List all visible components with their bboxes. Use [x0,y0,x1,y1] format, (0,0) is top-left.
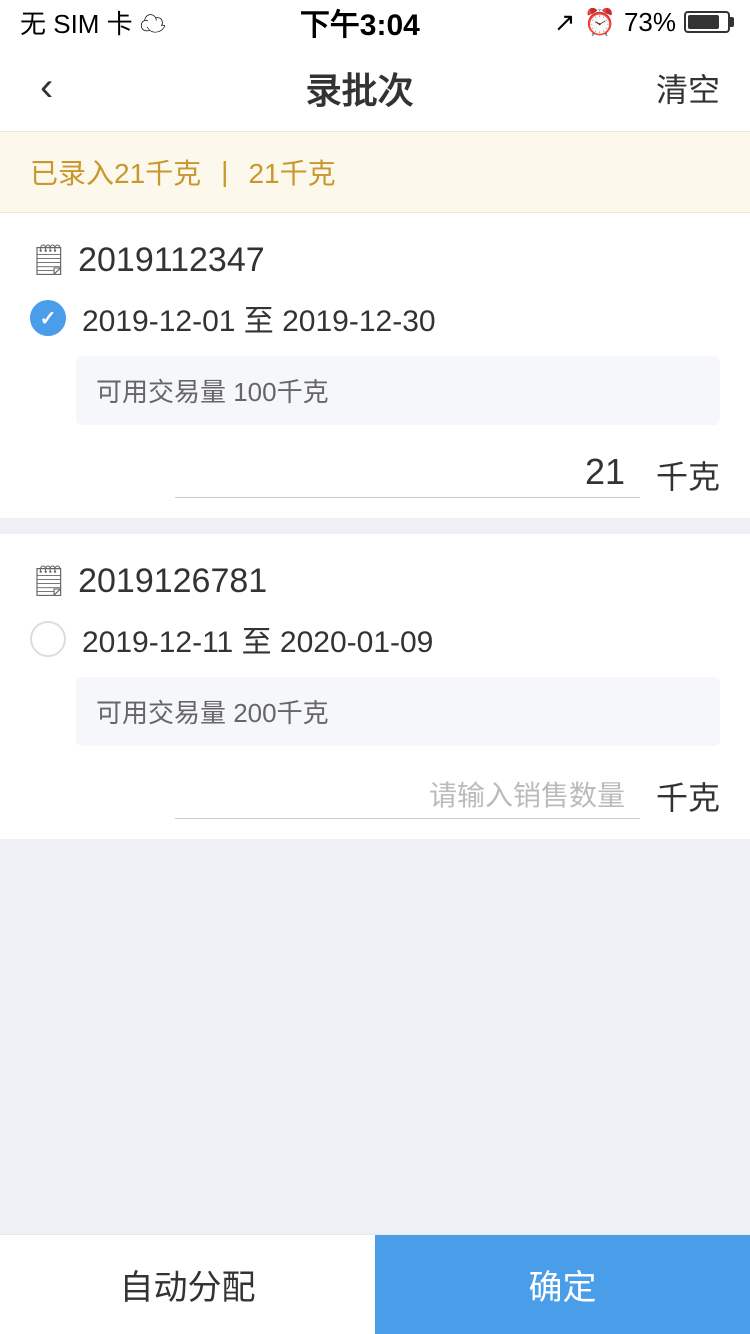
quantity-row-2: 千克 [0,762,750,839]
batch-header-1: 🗒 2019112347 [0,213,750,288]
bottom-bar: 自动分配 确定 [0,1234,750,1334]
batch-separator-1 [0,518,750,534]
batch-date-row-2[interactable]: 2019-12-11 至 2020-01-09 [0,609,750,669]
auto-distribute-button[interactable]: 自动分配 [0,1235,375,1334]
summary-banner: 已录入21千克 | 21千克 [0,132,750,213]
confirm-button[interactable]: 确定 [375,1235,750,1334]
quantity-unit-1: 千克 [656,452,720,498]
status-right: ↗ ⏰ 73% [554,7,730,38]
summary-divider: | [221,156,228,188]
status-left: 无 SIM 卡 ☁ [20,4,166,41]
batch-card-2: 🗒 2019126781 2019-12-11 至 2020-01-09 可用交… [0,534,750,839]
batch-card-1: 🗒 2019112347 2019-12-01 至 2019-12-30 可用交… [0,213,750,518]
doc-icon-2: 🗒 [30,564,68,599]
alarm-icon: ⏰ [584,7,616,38]
status-time: 下午3:04 [300,0,420,44]
quantity-unit-2: 千克 [656,773,720,819]
clear-button[interactable]: 清空 [656,65,720,111]
doc-icon-1: 🗒 [30,243,68,278]
back-button[interactable]: ‹ [30,55,63,120]
quantity-underline-1[interactable] [175,451,640,498]
summary-amount: 21千克 [248,152,335,192]
location-icon: ↗ [554,7,576,38]
nav-bar: ‹ 录批次 清空 [0,44,750,132]
radio-2[interactable] [30,621,66,657]
batch-availability-1: 可用交易量 100千克 [76,356,720,425]
quantity-input-1[interactable] [175,451,640,493]
batch-date-2: 2019-12-11 至 2020-01-09 [82,617,433,661]
battery-icon [684,11,730,33]
quantity-row-1: 千克 [0,441,750,518]
batch-id-1: 2019112347 [78,241,265,280]
recorded-label: 已录入21千克 [30,152,201,192]
batch-header-2: 🗒 2019126781 [0,534,750,609]
page-title: 录批次 [306,62,414,114]
batch-date-row-1[interactable]: 2019-12-01 至 2019-12-30 [0,288,750,348]
status-bar: 无 SIM 卡 ☁ 下午3:04 ↗ ⏰ 73% [0,0,750,44]
batch-availability-2: 可用交易量 200千克 [76,677,720,746]
battery-percent: 73% [624,7,676,38]
batch-id-2: 2019126781 [78,562,267,601]
sim-label: 无 SIM 卡 ☁ [20,4,166,41]
quantity-input-2[interactable] [175,772,640,814]
radio-1[interactable] [30,300,66,336]
quantity-underline-2[interactable] [175,772,640,819]
batch-date-1: 2019-12-01 至 2019-12-30 [82,296,436,340]
